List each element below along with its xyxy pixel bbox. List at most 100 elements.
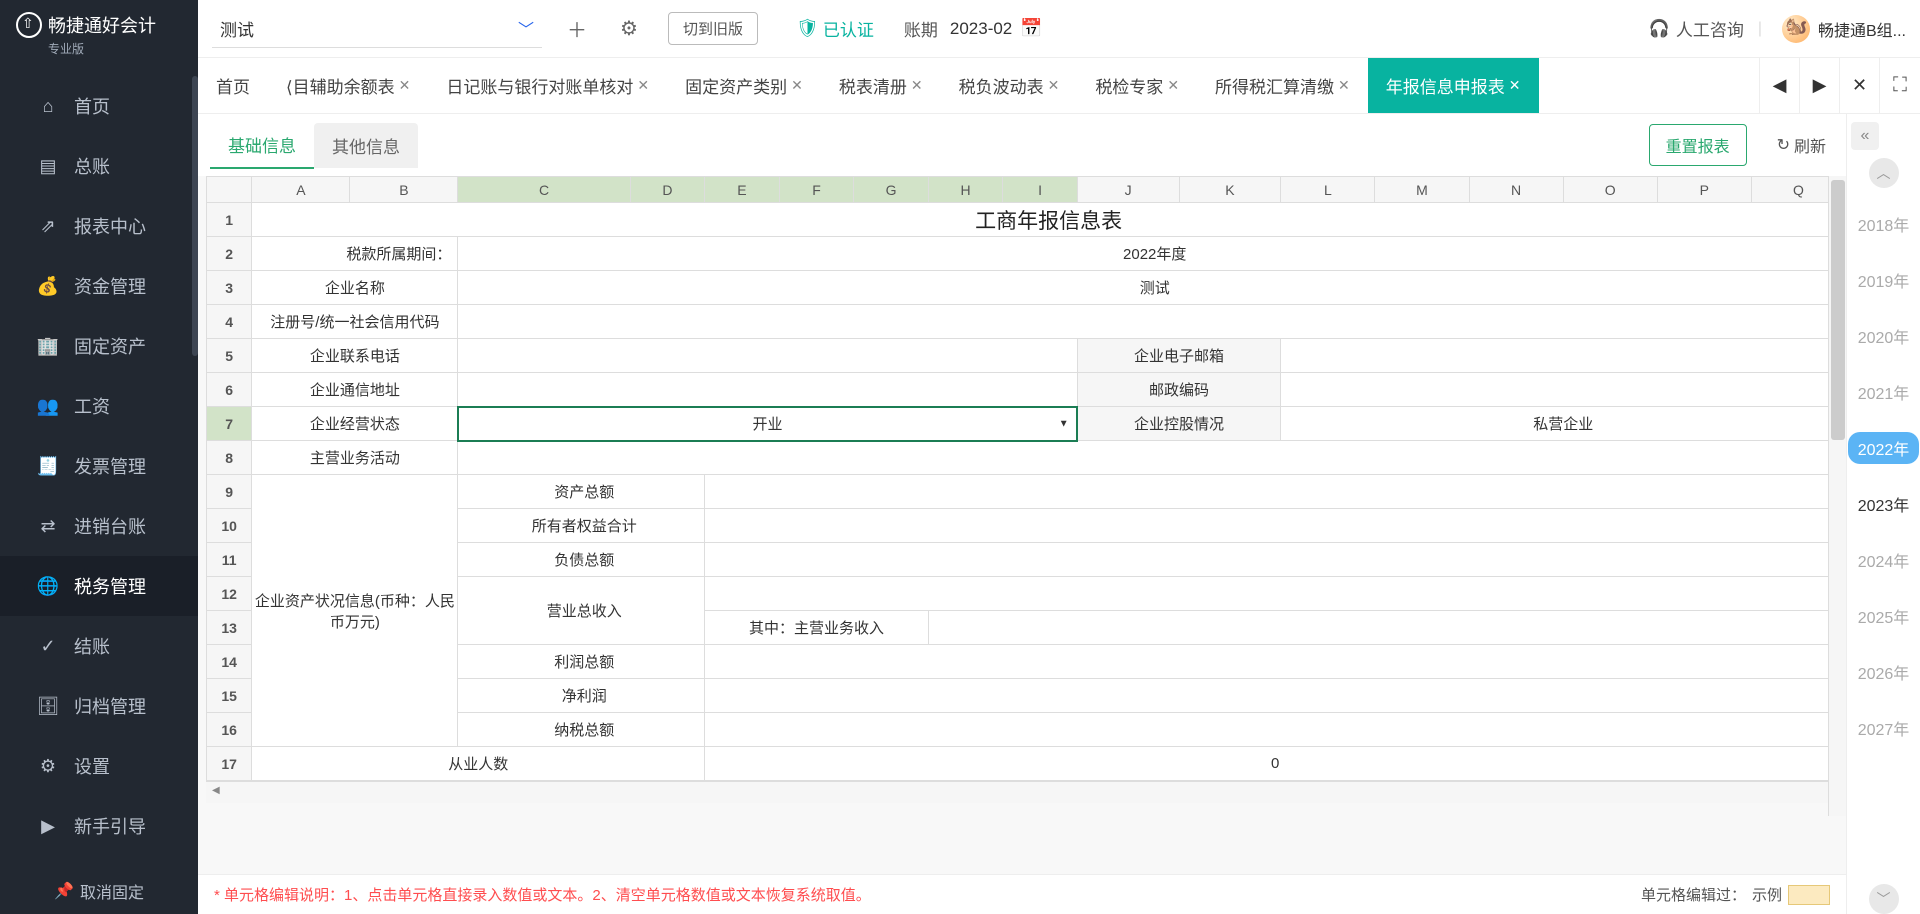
year-2020年[interactable]: 2020年 (1848, 320, 1920, 352)
close-icon[interactable]: ✕ (399, 77, 411, 94)
col-M[interactable]: M (1375, 177, 1469, 203)
year-2019年[interactable]: 2019年 (1848, 264, 1920, 296)
r3-value[interactable]: 测试 (458, 271, 1846, 305)
close-icon[interactable]: ✕ (911, 77, 923, 94)
year-2027年[interactable]: 2027年 (1848, 712, 1920, 744)
col-I[interactable]: I (1003, 177, 1077, 203)
sheet-vscrollbar[interactable]: ▲ (1828, 176, 1846, 816)
close-icon[interactable]: ✕ (1048, 77, 1060, 94)
col-H[interactable]: H (928, 177, 1003, 203)
row-3[interactable]: 3 (207, 271, 252, 305)
tab-scroll-right[interactable]: ▶ (1800, 58, 1840, 113)
sidebar-item-8[interactable]: 🌐税务管理 (0, 556, 198, 616)
row-10[interactable]: 10 (207, 509, 252, 543)
col-A[interactable]: A (252, 177, 350, 203)
sidebar-item-4[interactable]: 🏢固定资产 (0, 316, 198, 376)
col-P[interactable]: P (1657, 177, 1751, 203)
consult-button[interactable]: 🎧 人工咨询 (1649, 16, 1744, 41)
year-scroll-up[interactable]: ︿ (1869, 158, 1899, 188)
tab-scroll-left[interactable]: ◀ (1760, 58, 1800, 113)
col-E[interactable]: E (705, 177, 780, 203)
r5-value2[interactable] (1281, 339, 1846, 373)
col-J[interactable]: J (1077, 177, 1179, 203)
sidebar-item-3[interactable]: 💰资金管理 (0, 256, 198, 316)
r9-value[interactable] (705, 475, 1846, 509)
sidebar-item-9[interactable]: ✓结账 (0, 616, 198, 676)
year-scroll-down[interactable]: ﹀ (1869, 884, 1899, 914)
tab-close-all[interactable]: ✕ (1840, 58, 1880, 113)
col-L[interactable]: L (1281, 177, 1375, 203)
tab-5[interactable]: 税负波动表✕ (941, 58, 1078, 113)
row-7[interactable]: 7 (207, 407, 252, 441)
tab-3[interactable]: 固定资产类别✕ (667, 58, 821, 113)
row-16[interactable]: 16 (207, 713, 252, 747)
sidebar-item-6[interactable]: 🧾发票管理 (0, 436, 198, 496)
tab-4[interactable]: 税表清册✕ (821, 58, 941, 113)
r10-value[interactable] (705, 509, 1846, 543)
calendar-icon[interactable]: 📅 (1020, 18, 1042, 39)
row-11[interactable]: 11 (207, 543, 252, 577)
r5-value[interactable] (458, 339, 1077, 373)
row-6[interactable]: 6 (207, 373, 252, 407)
r11-value[interactable] (705, 543, 1846, 577)
col-F[interactable]: F (779, 177, 854, 203)
fullscreen-button[interactable]: ⛶ (1880, 58, 1920, 113)
close-icon[interactable]: ✕ (1167, 77, 1179, 94)
r8-value[interactable] (458, 441, 1846, 475)
year-2023年[interactable]: 2023年 (1848, 488, 1920, 520)
r6-value[interactable] (458, 373, 1077, 407)
r14-value[interactable] (705, 645, 1846, 679)
tab-1[interactable]: ⟨目辅助余额表✕ (268, 58, 428, 113)
tab-2[interactable]: 日记账与银行对账单核对✕ (428, 58, 667, 113)
r4-value[interactable] (458, 305, 1846, 339)
row-4[interactable]: 4 (207, 305, 252, 339)
year-2021年[interactable]: 2021年 (1848, 376, 1920, 408)
sheet-hscrollbar[interactable]: ◀ (206, 781, 1828, 803)
col-D[interactable]: D (630, 177, 705, 203)
switch-old-button[interactable]: 切到旧版 (668, 12, 758, 45)
col-G[interactable]: G (854, 177, 929, 203)
close-icon[interactable]: ✕ (791, 77, 803, 94)
col-B[interactable]: B (350, 177, 458, 203)
year-2024年[interactable]: 2024年 (1848, 544, 1920, 576)
col-N[interactable]: N (1469, 177, 1563, 203)
row-13[interactable]: 13 (207, 611, 252, 645)
row-12[interactable]: 12 (207, 577, 252, 611)
refresh-button[interactable]: ↻ 刷新 (1777, 133, 1826, 157)
scroll-left-icon[interactable]: ◀ (212, 785, 220, 796)
year-2025年[interactable]: 2025年 (1848, 600, 1920, 632)
sidebar-item-0[interactable]: ⌂首页 (0, 76, 198, 136)
year-2026年[interactable]: 2026年 (1848, 656, 1920, 688)
settings-button[interactable]: ⚙ (612, 12, 646, 46)
r7-value-dropdown[interactable]: 开业▼ (458, 407, 1077, 441)
tab-6[interactable]: 税检专家✕ (1077, 58, 1197, 113)
close-icon[interactable]: ✕ (1338, 77, 1350, 94)
row-5[interactable]: 5 (207, 339, 252, 373)
sheet-corner[interactable] (207, 177, 252, 203)
r12-value[interactable] (705, 577, 1846, 611)
r7-value2[interactable]: 私营企业 (1281, 407, 1846, 441)
subtab-other[interactable]: 其他信息 (314, 123, 418, 168)
r13-value[interactable] (928, 611, 1845, 645)
subtab-basic[interactable]: 基础信息 (210, 122, 314, 169)
row-9[interactable]: 9 (207, 475, 252, 509)
user-avatar[interactable] (1782, 15, 1810, 43)
r16-value[interactable] (705, 713, 1846, 747)
year-2022年[interactable]: 2022年 (1848, 432, 1920, 464)
username[interactable]: 畅捷通B组... (1818, 17, 1906, 41)
sidebar-item-11[interactable]: ⚙设置 (0, 736, 198, 796)
col-K[interactable]: K (1179, 177, 1281, 203)
add-button[interactable]: ＋ (560, 12, 594, 46)
sidebar-item-5[interactable]: 👥工资 (0, 376, 198, 436)
row-14[interactable]: 14 (207, 645, 252, 679)
tab-7[interactable]: 所得税汇算清缴✕ (1197, 58, 1368, 113)
company-selector[interactable]: 测试 ﹀ (212, 10, 542, 48)
reset-report-button[interactable]: 重置报表 (1649, 124, 1747, 166)
row-8[interactable]: 8 (207, 441, 252, 475)
r2-value[interactable]: 2022年度 (458, 237, 1846, 271)
sidebar-item-10[interactable]: 🗄归档管理 (0, 676, 198, 736)
sidebar-item-2[interactable]: ⇗报表中心 (0, 196, 198, 256)
r15-value[interactable] (705, 679, 1846, 713)
row-15[interactable]: 15 (207, 679, 252, 713)
row-2[interactable]: 2 (207, 237, 252, 271)
